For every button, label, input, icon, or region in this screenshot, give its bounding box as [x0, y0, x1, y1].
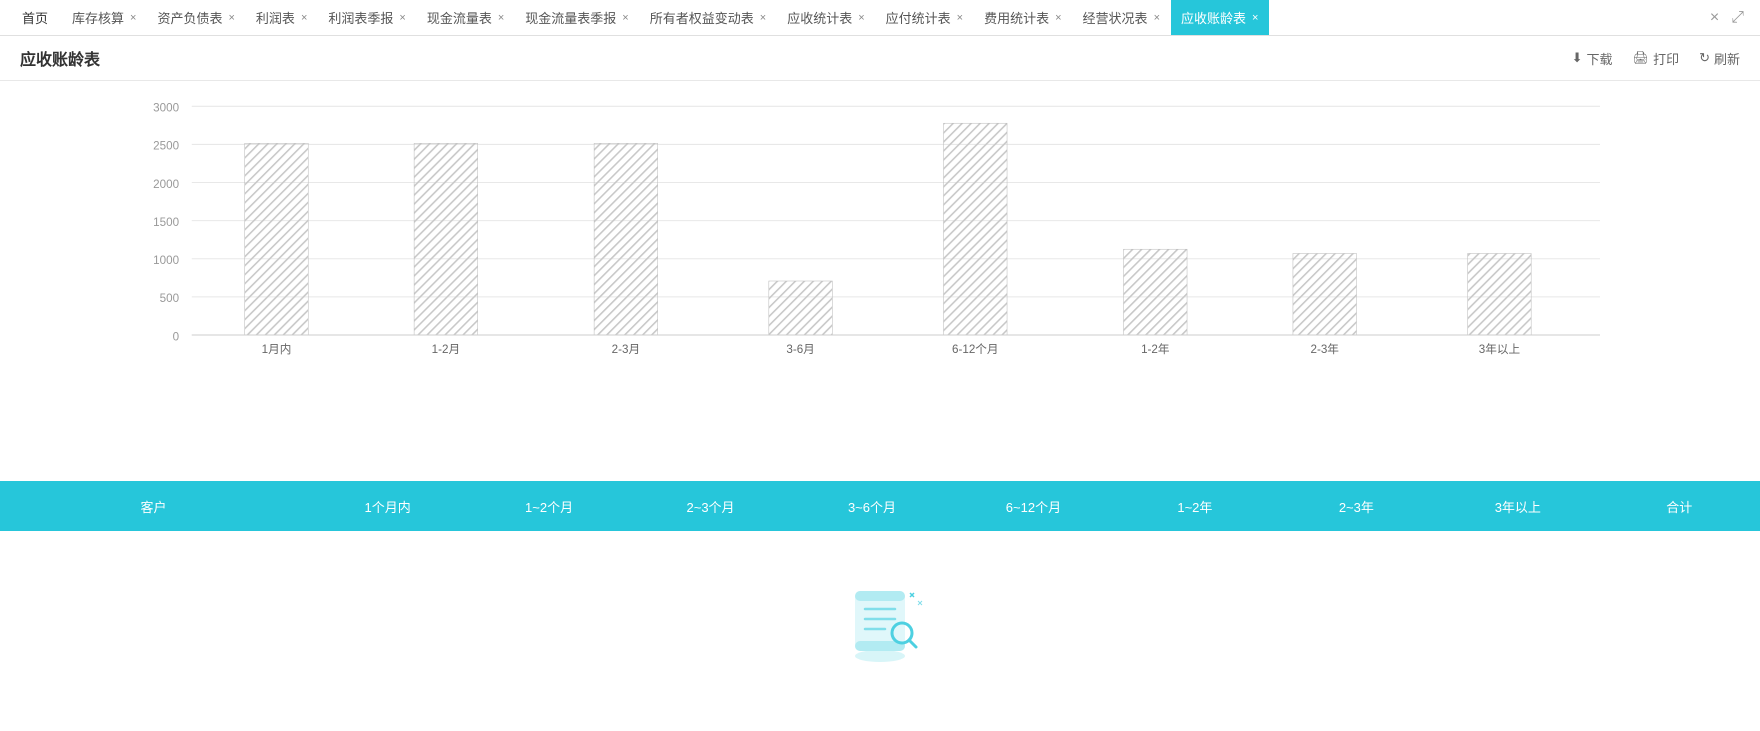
tab-cashflow[interactable]: 现金流量表 ×: [417, 0, 515, 36]
col-3y-plus: 3年以上: [1437, 497, 1598, 516]
col-1-2y: 1~2年: [1114, 497, 1275, 516]
close-tab-inventory[interactable]: ×: [130, 12, 136, 24]
header-actions: ⬇ 下载 🖨 打印 ↻ 刷新: [1572, 49, 1740, 68]
download-icon: ⬇: [1572, 50, 1583, 66]
tab-inventory[interactable]: 库存核算 ×: [62, 0, 147, 36]
close-tab-ap-stat[interactable]: ×: [957, 12, 963, 24]
close-tab-cashflow[interactable]: ×: [498, 12, 504, 24]
col-total: 合计: [1599, 497, 1760, 516]
tab-cashflow-q[interactable]: 现金流量表季报 ×: [515, 0, 639, 36]
svg-text:1500: 1500: [153, 216, 179, 229]
close-tab-expense[interactable]: ×: [1055, 12, 1061, 24]
col-6-12m: 6~12个月: [953, 497, 1114, 516]
col-customer: 客户: [0, 497, 307, 516]
svg-text:1-2月: 1-2月: [432, 343, 460, 356]
empty-state: [0, 531, 1760, 731]
col-1m: 1个月内: [307, 497, 468, 516]
table-header: 客户 1个月内 1~2个月 2~3个月 3~6个月 6~12个月 1~2年 2~…: [0, 481, 1760, 531]
svg-text:500: 500: [160, 292, 180, 305]
svg-text:3年以上: 3年以上: [1479, 342, 1521, 356]
close-tab-balance[interactable]: ×: [228, 12, 234, 24]
col-1-2m: 1~2个月: [468, 497, 629, 516]
print-button[interactable]: 🖨 打印: [1633, 49, 1680, 68]
tab-profit[interactable]: 利润表 ×: [246, 0, 318, 36]
col-3-6m: 3~6个月: [791, 497, 952, 516]
svg-text:2000: 2000: [153, 178, 179, 191]
tab-ap-stat[interactable]: 应付统计表 ×: [876, 0, 974, 36]
svg-text:3000: 3000: [153, 102, 179, 115]
page-header: 应收账龄表 ⬇ 下载 🖨 打印 ↻ 刷新: [0, 36, 1760, 81]
svg-text:0: 0: [173, 330, 180, 343]
tab-bar: 首页 库存核算 × 资产负债表 × 利润表 × 利润表季报 × 现金流量表 × …: [0, 0, 1760, 36]
tab-equity[interactable]: 所有者权益变动表 ×: [640, 0, 777, 36]
refresh-icon: ↻: [1699, 50, 1710, 66]
page-title: 应收账龄表: [20, 46, 100, 70]
svg-text:6-12个月: 6-12个月: [952, 343, 999, 356]
svg-text:1000: 1000: [153, 254, 179, 267]
bar-chart: 3000 2500 2000 1500 1000 500 0: [30, 101, 1730, 461]
svg-text:2500: 2500: [153, 140, 179, 153]
close-tab-profit[interactable]: ×: [301, 12, 307, 24]
download-button[interactable]: ⬇ 下载: [1572, 49, 1613, 68]
svg-text:2-3年: 2-3年: [1310, 342, 1339, 356]
tab-ar-stat[interactable]: 应收统计表 ×: [777, 0, 875, 36]
refresh-button[interactable]: ↻ 刷新: [1699, 49, 1740, 68]
col-2-3y: 2~3年: [1276, 497, 1437, 516]
close-tab-operation[interactable]: ×: [1154, 12, 1160, 24]
window-maximize-button[interactable]: ⤢: [1731, 9, 1744, 27]
svg-text:2-3月: 2-3月: [612, 343, 640, 356]
tab-expense[interactable]: 费用统计表 ×: [974, 0, 1072, 36]
tab-operation[interactable]: 经营状况表 ×: [1073, 0, 1171, 36]
print-icon: 🖨: [1633, 50, 1650, 66]
tab-profit-q[interactable]: 利润表季报 ×: [318, 0, 416, 36]
window-controls: × ⤢: [1710, 9, 1752, 27]
close-tab-profit-q[interactable]: ×: [399, 12, 405, 24]
close-tab-cashflow-q[interactable]: ×: [622, 12, 628, 24]
close-tab-ar-aging[interactable]: ×: [1252, 12, 1258, 24]
svg-text:1月内: 1月内: [262, 342, 292, 356]
tab-home[interactable]: 首页: [8, 8, 62, 27]
chart-area: 3000 2500 2000 1500 1000 500 0: [0, 81, 1760, 481]
empty-icon: [830, 571, 930, 671]
tab-balance[interactable]: 资产负债表 ×: [147, 0, 245, 36]
svg-text:1-2年: 1-2年: [1141, 342, 1170, 356]
close-tab-equity[interactable]: ×: [760, 12, 766, 24]
tab-ar-aging[interactable]: 应收账龄表 ×: [1171, 0, 1269, 36]
svg-text:3-6月: 3-6月: [786, 343, 814, 356]
main-content: 3000 2500 2000 1500 1000 500 0: [0, 81, 1760, 731]
col-2-3m: 2~3个月: [630, 497, 791, 516]
window-close-button[interactable]: ×: [1710, 9, 1719, 27]
close-tab-ar-stat[interactable]: ×: [858, 12, 864, 24]
